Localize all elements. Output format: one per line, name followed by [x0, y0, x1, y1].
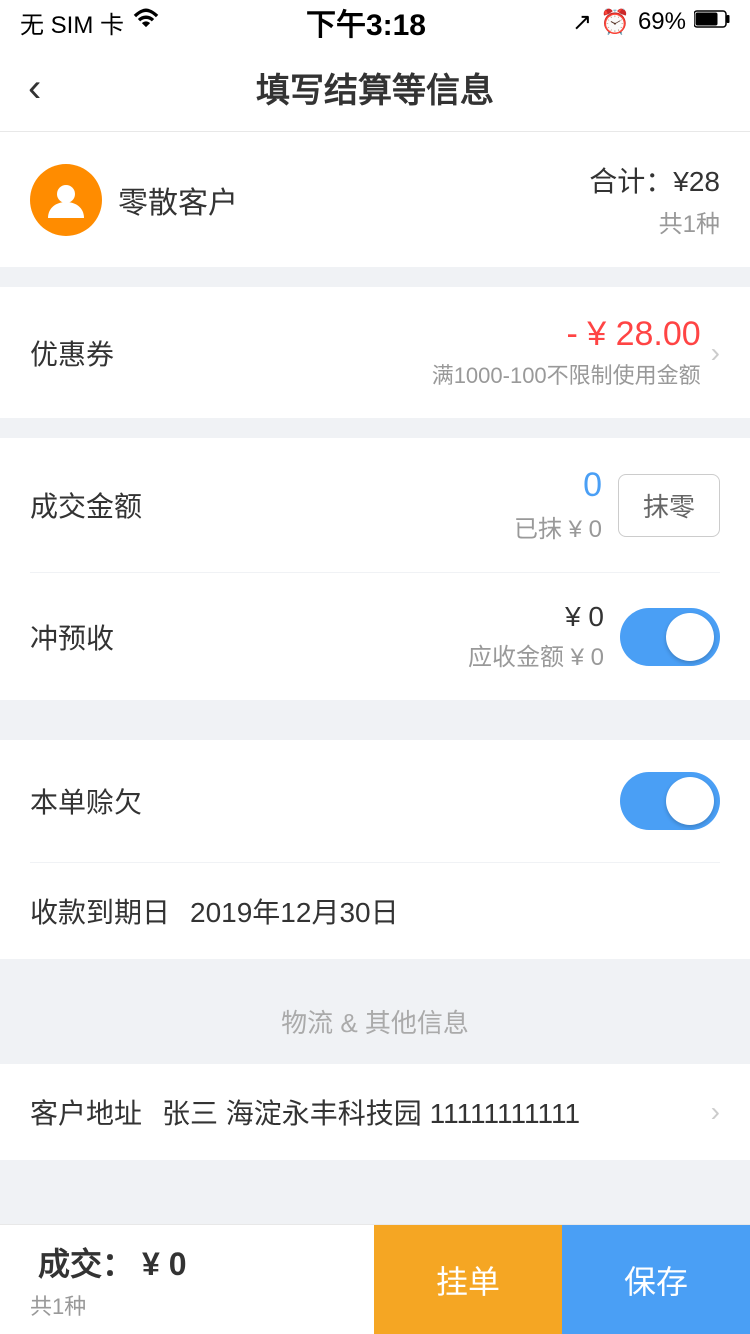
- logistics-title: 物流 & 其他信息: [281, 1008, 469, 1038]
- bottom-transaction-label: 成交：¥ 0: [30, 1239, 344, 1285]
- save-button[interactable]: 保存: [562, 1225, 750, 1334]
- battery-icon: [694, 8, 730, 36]
- debt-toggle[interactable]: [620, 772, 720, 830]
- debt-row: 本单赊欠: [30, 740, 720, 863]
- address-chevron: ›: [711, 1096, 720, 1128]
- due-date-row: 收款到期日 2019年12月30日: [30, 863, 720, 959]
- bottom-info: 成交：¥ 0 共1种: [0, 1239, 374, 1321]
- bottom-bar: 成交：¥ 0 共1种 挂单 保存: [0, 1224, 750, 1334]
- bottom-count: 共1种: [30, 1289, 344, 1321]
- coupon-section[interactable]: 优惠券 - ¥ 28.00 满1000-100不限制使用金额 ›: [0, 287, 750, 418]
- transaction-section: 成交金额 0 已抹 ¥ 0 抹零 冲预收 ¥ 0 应收金额 ¥ 0: [0, 438, 750, 700]
- divider-2: [0, 418, 750, 438]
- customer-name: 零散客户: [118, 178, 238, 222]
- back-button[interactable]: ‹: [28, 68, 41, 108]
- page-title: 填写结算等信息: [256, 63, 494, 112]
- transaction-amount-row: 成交金额 0 已抹 ¥ 0 抹零: [30, 438, 720, 573]
- chevron-right-icon: ›: [711, 337, 720, 369]
- address-label: 客户地址: [30, 1092, 142, 1132]
- battery-label: 69%: [638, 8, 686, 36]
- prepaid-amount-col: ¥ 0 应收金额 ¥ 0: [468, 601, 604, 672]
- alarm-icon: ⏰: [600, 8, 630, 37]
- avatar: [30, 164, 102, 236]
- address-chevron-icon: ›: [711, 1096, 720, 1128]
- status-time: 下午3:18: [306, 0, 426, 44]
- customer-right: 合计：¥28 共1种: [589, 160, 720, 239]
- already-rounded-label: 已抹 ¥ 0: [514, 509, 602, 544]
- customer-section: 零散客户 合计：¥28 共1种: [0, 132, 750, 267]
- receivable-label: 应收金额 ¥ 0: [468, 637, 604, 672]
- coupon-right: - ¥ 28.00 满1000-100不限制使用金额 ›: [432, 315, 720, 390]
- transaction-amount-value[interactable]: 0: [514, 466, 602, 505]
- wifi-icon: [132, 5, 160, 40]
- address-section[interactable]: 客户地址 张三 海淀永丰科技园 11111111111 ›: [0, 1064, 750, 1161]
- address-value: 张三 海淀永丰科技园 11111111111: [162, 1092, 711, 1132]
- prepaid-right: ¥ 0 应收金额 ¥ 0: [468, 601, 720, 672]
- bottom-transaction-value: ¥ 0: [142, 1246, 186, 1282]
- coupon-desc: 满1000-100不限制使用金额: [432, 358, 701, 390]
- status-right: ↗ ⏰ 69%: [572, 8, 730, 37]
- location-icon: ↗: [572, 8, 592, 37]
- carrier-label: 无 SIM 卡: [20, 5, 124, 40]
- content: 零散客户 合计：¥28 共1种 优惠券 - ¥ 28.00 满1000-100不…: [0, 132, 750, 1281]
- prepaid-amount: ¥ 0: [468, 601, 604, 633]
- logistics-divider: [0, 959, 750, 979]
- prepaid-toggle[interactable]: [620, 608, 720, 666]
- coupon-amount: - ¥ 28.00: [432, 315, 701, 354]
- transaction-amount-right: 0 已抹 ¥ 0 抹零: [514, 466, 720, 544]
- hold-button[interactable]: 挂单: [374, 1225, 562, 1334]
- prepaid-label: 冲预收: [30, 617, 114, 657]
- transaction-amount-label: 成交金额: [30, 485, 142, 525]
- due-date-value[interactable]: 2019年12月30日: [190, 891, 399, 931]
- due-date-label: 收款到期日: [30, 891, 170, 931]
- status-bar: 无 SIM 卡 下午3:18 ↗ ⏰ 69%: [0, 0, 750, 44]
- total-count: 共1种: [589, 204, 720, 239]
- coupon-label: 优惠券: [30, 333, 114, 373]
- coupon-info: - ¥ 28.00 满1000-100不限制使用金额: [432, 315, 701, 390]
- debt-label: 本单赊欠: [30, 781, 142, 821]
- total-amount: 合计：¥28: [589, 160, 720, 200]
- transaction-amount-col: 0 已抹 ¥ 0: [514, 466, 602, 544]
- customer-left: 零散客户: [30, 164, 238, 236]
- divider-3: [0, 700, 750, 720]
- status-left: 无 SIM 卡: [20, 5, 160, 40]
- logistics-header: 物流 & 其他信息: [0, 979, 750, 1064]
- nav-bar: ‹ 填写结算等信息: [0, 44, 750, 132]
- credit-section: 本单赊欠 收款到期日 2019年12月30日: [0, 740, 750, 959]
- divider-1: [0, 267, 750, 287]
- round-off-button[interactable]: 抹零: [618, 474, 720, 537]
- prepaid-row: 冲预收 ¥ 0 应收金额 ¥ 0: [30, 573, 720, 700]
